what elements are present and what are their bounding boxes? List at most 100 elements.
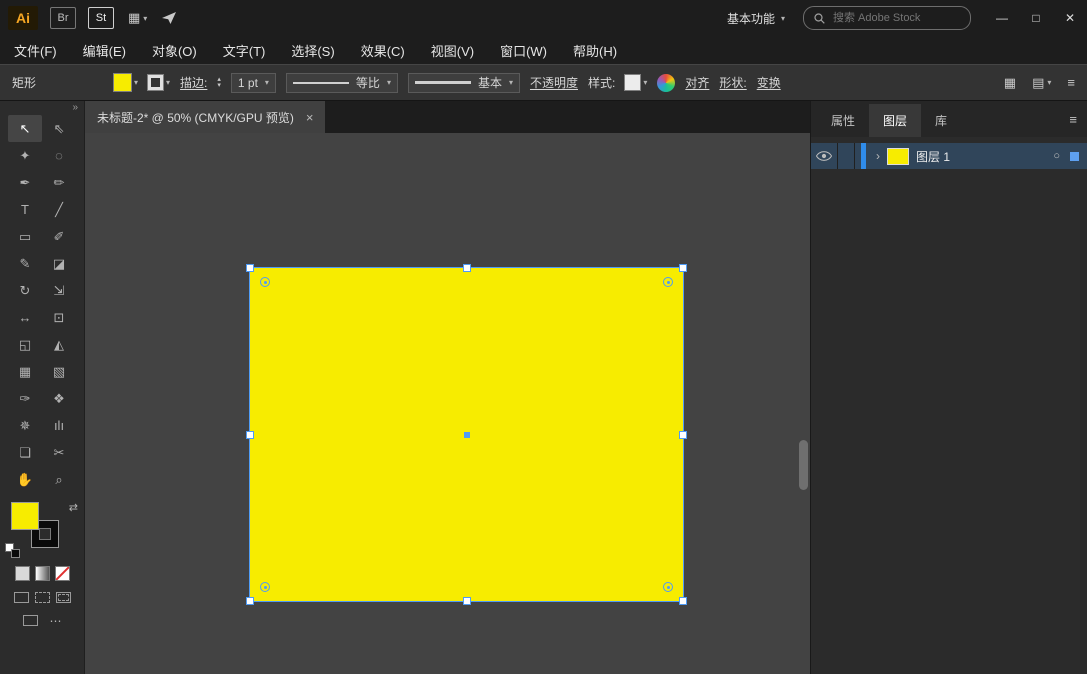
arrange-documents-icon[interactable]: ▦ [1004, 75, 1016, 91]
draw-inside-button[interactable] [55, 592, 71, 603]
panel-menu-icon[interactable]: ≡ [1069, 112, 1077, 127]
fill-color-swatch[interactable] [12, 503, 38, 529]
line-segment-tool[interactable]: ╱ [42, 196, 76, 223]
shape-builder-tool[interactable]: ◱ [8, 331, 42, 358]
stroke-weight-dropdown[interactable]: 1 pt ▾ [230, 72, 276, 93]
paintbrush-tool[interactable]: ✐ [42, 223, 76, 250]
lasso-tool[interactable]: ◌ [42, 142, 76, 169]
menu-select[interactable]: 选择(S) [291, 41, 334, 60]
swap-fill-stroke-icon[interactable]: ⇄ [69, 501, 78, 514]
layer-target-icon[interactable]: ○ [1053, 150, 1060, 162]
corner-radius-widget-top-left[interactable] [260, 277, 270, 287]
stepper-down-icon[interactable]: ▾ [217, 82, 221, 89]
selection-handle-bottom-left[interactable] [246, 597, 254, 605]
opacity-link[interactable]: 不透明度 [530, 74, 578, 91]
curvature-tool[interactable]: ✏ [42, 169, 76, 196]
perspective-grid-tool[interactable]: ◭ [42, 331, 76, 358]
menu-help[interactable]: 帮助(H) [573, 41, 617, 60]
brush-definition-dropdown[interactable]: 基本 ▾ [407, 72, 520, 93]
menu-view[interactable]: 视图(V) [431, 41, 474, 60]
visibility-toggle[interactable] [811, 143, 838, 169]
slice-tool[interactable]: ✂ [42, 439, 76, 466]
recolor-artwork-icon[interactable] [657, 73, 676, 92]
tab-close-icon[interactable]: × [306, 110, 314, 125]
eraser-tool[interactable]: ◪ [42, 250, 76, 277]
gradient-tool[interactable]: ▧ [42, 358, 76, 385]
menu-window[interactable]: 窗口(W) [500, 41, 547, 60]
corner-radius-widget-bottom-left[interactable] [260, 582, 270, 592]
align-link[interactable]: 对齐 [685, 74, 709, 91]
selection-handle-top-left[interactable] [246, 264, 254, 272]
width-profile-dropdown[interactable]: 等比 ▾ [285, 72, 398, 93]
layer-thumbnail[interactable] [888, 148, 908, 164]
shape-link[interactable]: 形状: [719, 74, 746, 91]
eyedropper-tool[interactable]: ✑ [8, 385, 42, 412]
scale-tool[interactable]: ⇲ [42, 277, 76, 304]
transform-link[interactable]: 变换 [757, 74, 781, 91]
stroke-panel-link[interactable]: 描边: [180, 74, 207, 91]
dock-panel-icon[interactable]: ▤ ▾ [1032, 75, 1051, 91]
menu-type[interactable]: 文字(T) [223, 41, 266, 60]
selection-handle-top-middle[interactable] [462, 264, 471, 272]
width-tool[interactable]: ↔ [8, 304, 42, 331]
rotate-tool[interactable]: ↻ [8, 277, 42, 304]
menu-edit[interactable]: 编辑(E) [83, 41, 126, 60]
menu-object[interactable]: 对象(O) [152, 41, 197, 60]
rectangle-tool[interactable]: ▭ [8, 223, 42, 250]
maximize-button[interactable]: □ [1019, 4, 1053, 32]
selection-handle-middle-right[interactable] [679, 430, 687, 439]
type-tool[interactable]: T [8, 196, 42, 223]
magic-wand-tool[interactable]: ✦ [8, 142, 42, 169]
stock-search-box[interactable] [803, 6, 971, 30]
default-fill-stroke-icon[interactable] [6, 544, 19, 557]
column-graph-tool[interactable]: ılı [42, 412, 76, 439]
stroke-weight-stepper[interactable]: ▴ ▾ [217, 76, 221, 89]
selected-rectangle[interactable] [246, 264, 687, 605]
selection-handle-middle-left[interactable] [246, 430, 254, 439]
screen-mode-button[interactable] [22, 615, 38, 626]
menu-effect[interactable]: 效果(C) [361, 41, 405, 60]
layer-expand-icon[interactable]: › [871, 149, 885, 163]
canvas[interactable] [85, 133, 810, 674]
stroke-color-dropdown[interactable]: ▾ [148, 75, 170, 90]
pen-tool[interactable]: ✒ [8, 169, 42, 196]
selection-handle-bottom-middle[interactable] [462, 597, 471, 605]
workspace-dropdown[interactable]: 基本功能 ▾ [727, 10, 785, 27]
free-transform-tool[interactable]: ⊡ [42, 304, 76, 331]
adobe-stock-icon[interactable]: St [88, 7, 114, 29]
layer-row[interactable]: › 图层 1 ○ [811, 143, 1087, 169]
search-input[interactable] [831, 11, 960, 25]
selection-handle-bottom-right[interactable] [679, 597, 687, 605]
minimize-button[interactable]: — [985, 4, 1019, 32]
tab-properties[interactable]: 属性 [817, 104, 869, 137]
document-tab[interactable]: 未标题-2* @ 50% (CMYK/GPU 预览) × [85, 101, 326, 133]
draw-behind-button[interactable] [34, 592, 50, 603]
corner-radius-widget-top-right[interactable] [663, 277, 673, 287]
vertical-scrollbar[interactable] [799, 440, 808, 490]
controlbar-menu-icon[interactable]: ≡ [1067, 75, 1075, 90]
selection-tool[interactable]: ↖ [8, 115, 42, 142]
symbol-sprayer-tool[interactable]: ✵ [8, 412, 42, 439]
layer-name[interactable]: 图层 1 [916, 148, 1053, 165]
color-button[interactable] [15, 567, 29, 580]
mesh-tool[interactable]: ▦ [8, 358, 42, 385]
draw-normal-button[interactable] [13, 592, 29, 603]
toolbar-collapse-icon[interactable]: » [72, 101, 84, 115]
direct-selection-tool[interactable]: ⇖ [42, 115, 76, 142]
layer-selection-indicator[interactable] [1070, 151, 1079, 161]
shaper-tool[interactable]: ✎ [8, 250, 42, 277]
share-icon[interactable] [161, 11, 177, 25]
hand-tool[interactable]: ✋ [8, 466, 42, 493]
gradient-button[interactable] [35, 567, 49, 580]
bridge-icon[interactable]: Br [50, 7, 76, 29]
edit-toolbar-icon[interactable]: ⋯ [50, 615, 62, 627]
fill-color-dropdown[interactable]: ▾ [114, 74, 138, 91]
graphic-style-dropdown[interactable]: ▾ [625, 75, 647, 90]
selection-handle-top-right[interactable] [679, 264, 687, 272]
center-point-indicator[interactable] [463, 431, 470, 438]
menu-file[interactable]: 文件(F) [14, 41, 57, 60]
tab-libraries[interactable]: 库 [921, 104, 961, 137]
workspace-switcher-icon[interactable]: ▦ ▾ [128, 10, 147, 26]
close-button[interactable]: ✕ [1053, 4, 1087, 32]
blend-tool[interactable]: ❖ [42, 385, 76, 412]
